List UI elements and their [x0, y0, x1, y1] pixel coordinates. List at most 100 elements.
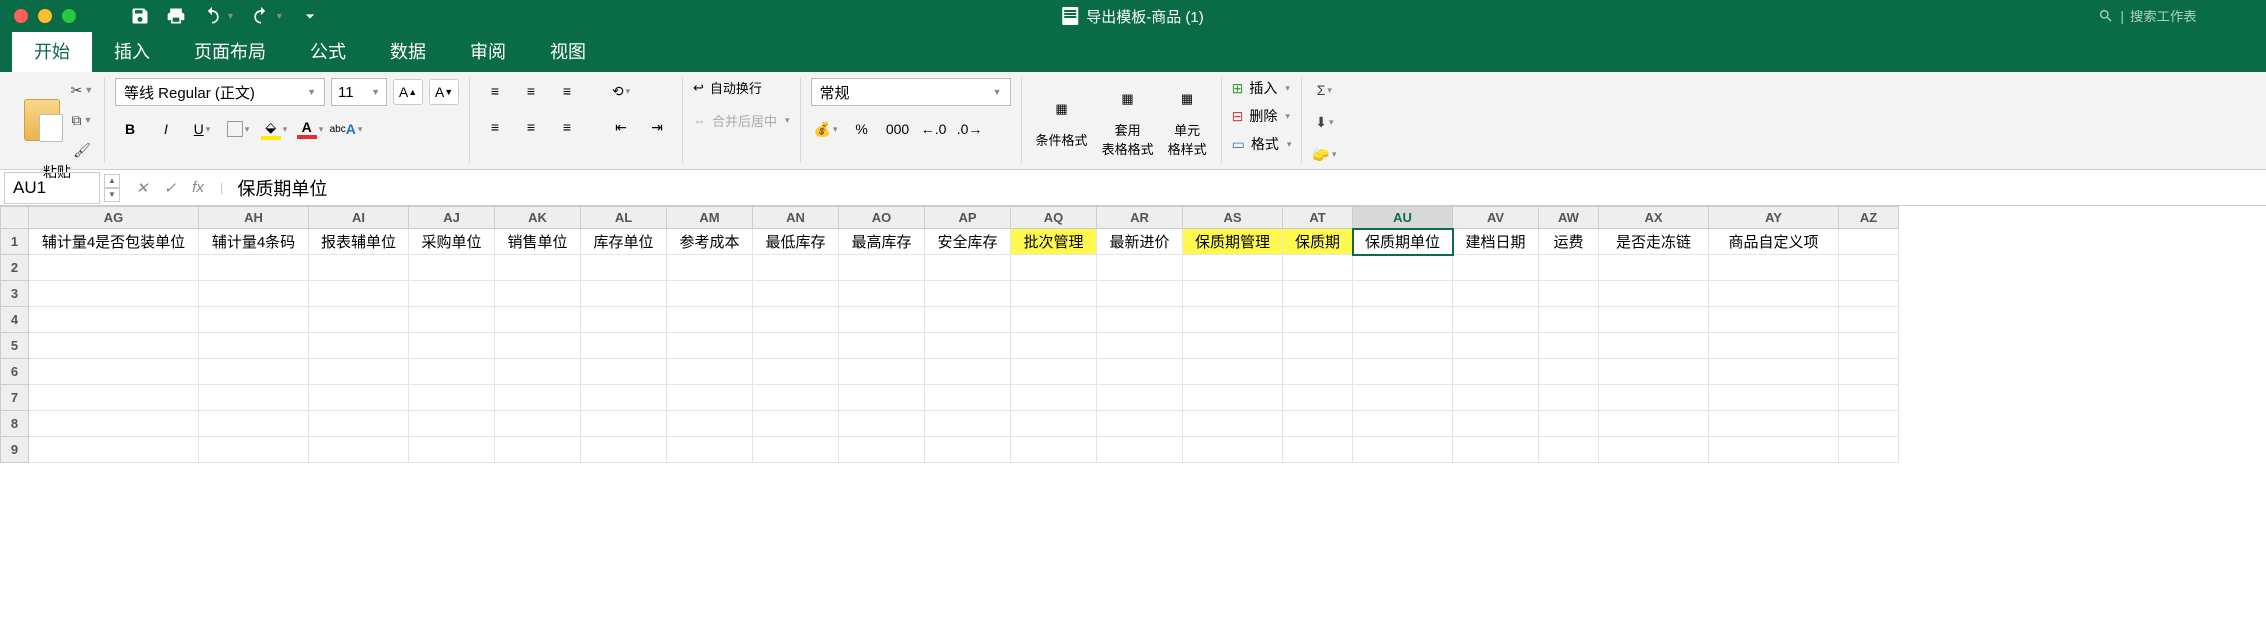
- cell[interactable]: [1011, 307, 1097, 333]
- cell[interactable]: [581, 255, 667, 281]
- cell[interactable]: [753, 437, 839, 463]
- select-all-corner[interactable]: [1, 207, 29, 229]
- cell[interactable]: [495, 411, 581, 437]
- wrap-text-button[interactable]: ↩ 自动换行: [693, 78, 790, 97]
- column-header[interactable]: AH: [199, 207, 309, 229]
- cell[interactable]: [29, 359, 199, 385]
- format-painter-button[interactable]: 🖌: [70, 138, 94, 162]
- cell[interactable]: [409, 281, 495, 307]
- column-header[interactable]: AV: [1453, 207, 1539, 229]
- cell[interactable]: [309, 307, 409, 333]
- paste-button[interactable]: [20, 97, 64, 143]
- column-header[interactable]: AS: [1183, 207, 1283, 229]
- cell[interactable]: [1839, 385, 1899, 411]
- cell[interactable]: [1709, 281, 1839, 307]
- cell[interactable]: [1183, 281, 1283, 307]
- cell[interactable]: [29, 255, 199, 281]
- cell[interactable]: [1453, 385, 1539, 411]
- column-header[interactable]: AZ: [1839, 207, 1899, 229]
- cell[interactable]: [581, 281, 667, 307]
- cell[interactable]: [1599, 411, 1709, 437]
- cell[interactable]: [1011, 385, 1097, 411]
- cell[interactable]: [925, 333, 1011, 359]
- cell[interactable]: [495, 281, 581, 307]
- cell[interactable]: [581, 385, 667, 411]
- cell[interactable]: [409, 255, 495, 281]
- cell[interactable]: [409, 385, 495, 411]
- orientation-button[interactable]: ⟲▾: [606, 78, 636, 104]
- cell[interactable]: 保质期: [1283, 229, 1353, 255]
- cell[interactable]: [199, 307, 309, 333]
- cell-styles-button[interactable]: ▦ 单元 格样式: [1164, 78, 1211, 160]
- merge-center-button[interactable]: ⇔ 合并后居中▾: [693, 111, 790, 130]
- save-icon[interactable]: [130, 6, 150, 26]
- cell[interactable]: [1183, 359, 1283, 385]
- cell[interactable]: [1283, 359, 1353, 385]
- cell[interactable]: 商品自定义项: [1709, 229, 1839, 255]
- row-header[interactable]: 2: [1, 255, 29, 281]
- decrease-indent-button[interactable]: ⇤: [606, 114, 636, 140]
- cell[interactable]: [1097, 385, 1183, 411]
- cell[interactable]: [1453, 255, 1539, 281]
- number-format-select[interactable]: 常规▼: [811, 78, 1011, 106]
- bold-button[interactable]: B: [115, 116, 145, 142]
- decrease-decimal-button[interactable]: .0→: [955, 116, 985, 142]
- cell[interactable]: [1599, 307, 1709, 333]
- column-header[interactable]: AM: [667, 207, 753, 229]
- cell[interactable]: [1709, 255, 1839, 281]
- cell[interactable]: 建档日期: [1453, 229, 1539, 255]
- cell[interactable]: [667, 281, 753, 307]
- cell[interactable]: [667, 255, 753, 281]
- cell[interactable]: [1011, 359, 1097, 385]
- cell[interactable]: [309, 437, 409, 463]
- search-input[interactable]: [2130, 9, 2250, 24]
- column-header[interactable]: AN: [753, 207, 839, 229]
- cell[interactable]: [1709, 307, 1839, 333]
- name-box-stepper[interactable]: ▲▼: [104, 174, 120, 202]
- cell[interactable]: [753, 333, 839, 359]
- cell[interactable]: [1097, 307, 1183, 333]
- cell[interactable]: [1183, 385, 1283, 411]
- cell[interactable]: [495, 333, 581, 359]
- cell[interactable]: [199, 255, 309, 281]
- delete-cells-button[interactable]: ⊟删除▾: [1232, 106, 1292, 126]
- insert-cells-button[interactable]: ⊞插入▾: [1232, 78, 1292, 98]
- cell[interactable]: [839, 411, 925, 437]
- tab-insert[interactable]: 插入: [92, 30, 172, 72]
- percent-button[interactable]: %: [847, 116, 877, 142]
- cell[interactable]: [1839, 229, 1899, 255]
- cell[interactable]: [1097, 411, 1183, 437]
- cell[interactable]: [309, 281, 409, 307]
- cell[interactable]: 运费: [1539, 229, 1599, 255]
- close-window-button[interactable]: [14, 9, 28, 23]
- cell[interactable]: [495, 385, 581, 411]
- cell[interactable]: [309, 333, 409, 359]
- cell[interactable]: 最低库存: [753, 229, 839, 255]
- cell[interactable]: [1453, 307, 1539, 333]
- cell[interactable]: [29, 385, 199, 411]
- cell[interactable]: [1453, 411, 1539, 437]
- cell[interactable]: 参考成本: [667, 229, 753, 255]
- zoom-window-button[interactable]: [62, 9, 76, 23]
- cell[interactable]: [1353, 255, 1453, 281]
- cell[interactable]: [925, 385, 1011, 411]
- cell[interactable]: [925, 411, 1011, 437]
- cell[interactable]: [1283, 385, 1353, 411]
- cell[interactable]: [1283, 333, 1353, 359]
- cell[interactable]: [753, 385, 839, 411]
- cell[interactable]: [1453, 437, 1539, 463]
- cell[interactable]: [753, 359, 839, 385]
- align-middle-button[interactable]: ≡: [516, 78, 546, 104]
- cell[interactable]: [925, 255, 1011, 281]
- cell[interactable]: [839, 437, 925, 463]
- cell[interactable]: [495, 359, 581, 385]
- cell[interactable]: [925, 437, 1011, 463]
- cell[interactable]: [925, 359, 1011, 385]
- cell[interactable]: [753, 411, 839, 437]
- align-bottom-button[interactable]: ≡: [552, 78, 582, 104]
- cell[interactable]: [1283, 411, 1353, 437]
- cell[interactable]: [753, 307, 839, 333]
- font-name-select[interactable]: 等线 Regular (正文)▼: [115, 78, 325, 106]
- cell[interactable]: 最高库存: [839, 229, 925, 255]
- cell[interactable]: [1839, 437, 1899, 463]
